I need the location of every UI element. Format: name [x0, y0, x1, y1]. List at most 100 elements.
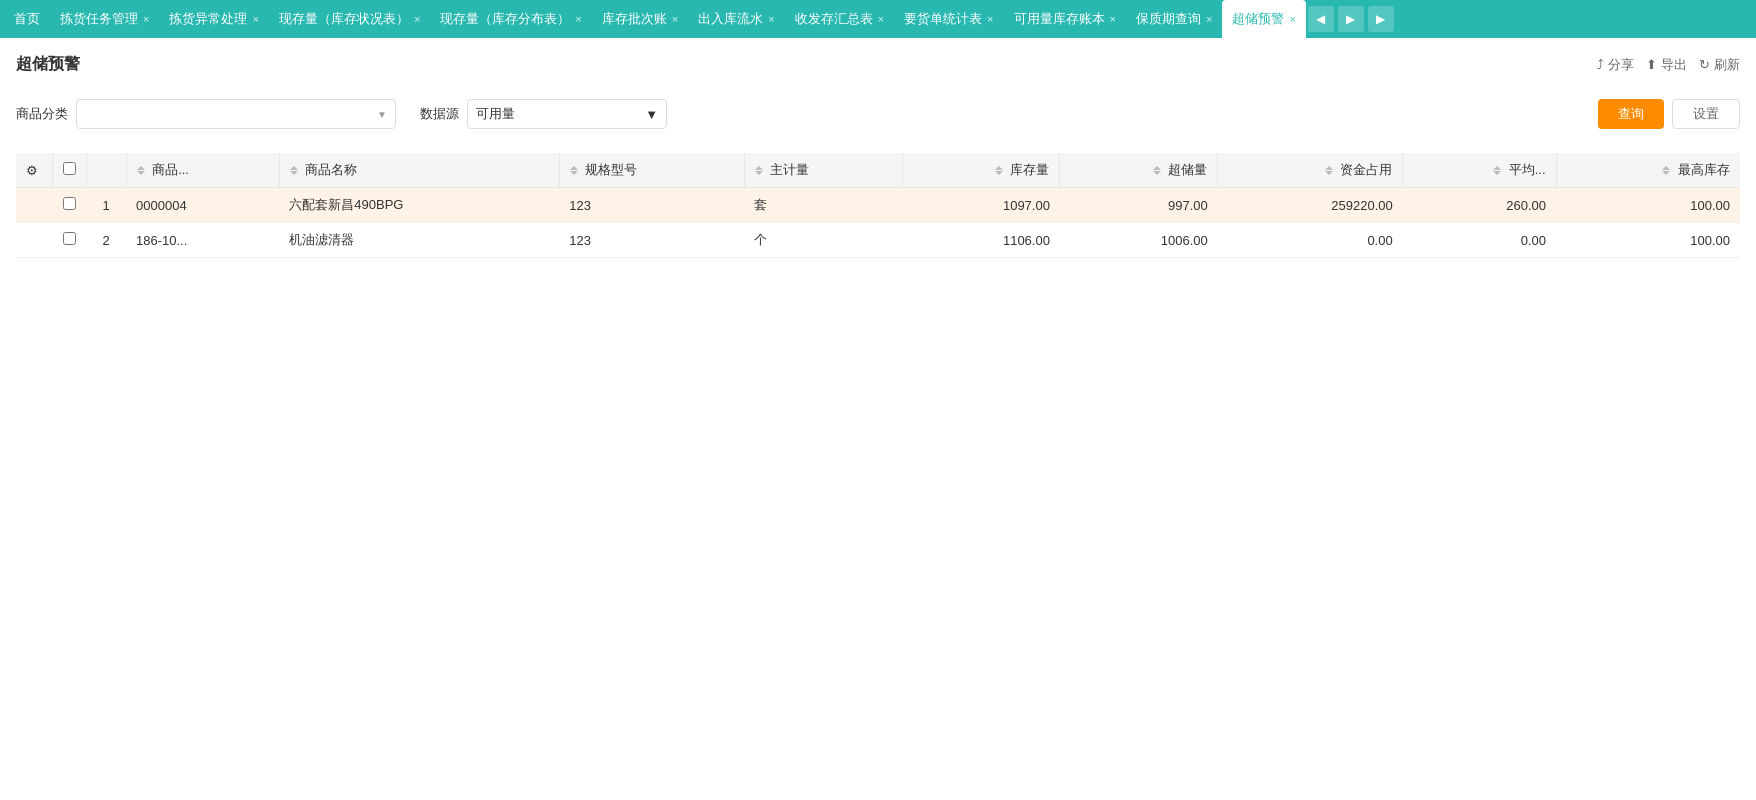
share-icon: ⤴ [1597, 57, 1604, 72]
row-num-1: 2 [86, 223, 126, 258]
page-title: 超储预警 [16, 54, 80, 75]
datasource-chevron-icon: ▼ [645, 107, 658, 122]
col-label-max-stock: 最高库存 [1678, 162, 1730, 177]
nav-close-stock-status[interactable]: × [414, 13, 420, 25]
category-select[interactable]: ▼ [76, 99, 396, 129]
datasource-select-value: 可用量 [476, 105, 515, 123]
row-max-stock-1: 100.00 [1556, 223, 1740, 258]
row-gear-1 [16, 223, 52, 258]
query-button[interactable]: 查询 [1598, 99, 1664, 129]
top-navigation: 首页 拣货任务管理 × 拣货异常处理 × 现存量（库存状况表） × 现存量（库存… [0, 0, 1756, 38]
table-row: 2 186-10... 机油滤清器 123 个 1106.00 1006.00 … [16, 223, 1740, 258]
col-label-avg: 平均... [1509, 162, 1546, 177]
export-button[interactable]: ⬆ 导出 [1646, 56, 1687, 74]
select-all-checkbox[interactable] [63, 162, 76, 175]
sort-icon-stock [995, 166, 1003, 175]
datasource-filter: 数据源 可用量 ▼ [420, 99, 667, 129]
nav-close-inout-flow[interactable]: × [768, 13, 774, 25]
page-header: 超储预警 ⤴ 分享 ⬆ 导出 ↻ 刷新 [16, 54, 1740, 75]
row-unit-0: 套 [744, 188, 902, 223]
nav-item-batch-account[interactable]: 库存批次账 × [592, 0, 688, 38]
datasource-label: 数据源 [420, 105, 459, 123]
col-header-product-code[interactable]: 商品... [126, 153, 279, 188]
row-select-0[interactable] [63, 197, 76, 210]
row-capital-0: 259220.00 [1218, 188, 1403, 223]
filter-bar: 商品分类 ▼ 数据源 可用量 ▼ 查询 设置 [16, 91, 1740, 137]
category-filter: 商品分类 ▼ [16, 99, 396, 129]
col-header-unit[interactable]: 主计量 [744, 153, 902, 188]
col-label-stock: 库存量 [1010, 162, 1049, 177]
col-header-product-name[interactable]: 商品名称 [279, 153, 559, 188]
nav-item-stock-dist[interactable]: 现存量（库存分布表） × [430, 0, 591, 38]
row-select-1[interactable] [63, 232, 76, 245]
row-checkbox-1[interactable] [52, 223, 86, 258]
row-checkbox-0[interactable] [52, 188, 86, 223]
nav-label-stock-dist: 现存量（库存分布表） [440, 10, 570, 28]
sort-icon-product-code [137, 166, 145, 175]
row-overstock-0: 997.00 [1060, 188, 1218, 223]
nav-close-abnormal[interactable]: × [252, 13, 258, 25]
col-header-capital[interactable]: 资金占用 [1218, 153, 1403, 188]
col-header-spec[interactable]: 规格型号 [559, 153, 744, 188]
nav-item-recv-send[interactable]: 收发存汇总表 × [785, 0, 894, 38]
settings-button[interactable]: 设置 [1672, 99, 1740, 129]
nav-label-quality-check: 保质期查询 [1136, 10, 1201, 28]
nav-item-quality-check[interactable]: 保质期查询 × [1126, 0, 1222, 38]
nav-close-stock-dist[interactable]: × [575, 13, 581, 25]
nav-item-stock-status[interactable]: 现存量（库存状况表） × [269, 0, 430, 38]
datasource-select[interactable]: 可用量 ▼ [467, 99, 667, 129]
col-header-stock[interactable]: 库存量 [902, 153, 1060, 188]
sort-icon-spec [570, 166, 578, 175]
share-button[interactable]: ⤴ 分享 [1597, 56, 1634, 74]
nav-item-abnormal[interactable]: 拣货异常处理 × [159, 0, 268, 38]
col-label-product-code: 商品... [152, 162, 189, 177]
refresh-label: 刷新 [1714, 56, 1740, 74]
nav-close-available-account[interactable]: × [1110, 13, 1116, 25]
nav-label-overstock-warning: 超储预警 [1232, 10, 1284, 28]
col-header-checkbox[interactable] [52, 153, 86, 188]
nav-more-button[interactable]: ▶ [1368, 6, 1394, 32]
col-header-avg[interactable]: 平均... [1403, 153, 1556, 188]
nav-close-batch-account[interactable]: × [672, 13, 678, 25]
nav-item-overstock-warning[interactable]: 超储预警 × [1222, 0, 1305, 38]
main-content: 超储预警 ⤴ 分享 ⬆ 导出 ↻ 刷新 商品分类 ▼ [0, 38, 1756, 800]
refresh-button[interactable]: ↻ 刷新 [1699, 56, 1740, 74]
nav-label-batch-account: 库存批次账 [602, 10, 667, 28]
row-product-code-0: 0000004 [126, 188, 279, 223]
nav-close-task-mgmt[interactable]: × [143, 13, 149, 25]
nav-close-recv-send[interactable]: × [878, 13, 884, 25]
col-header-overstock[interactable]: 超储量 [1060, 153, 1218, 188]
filter-actions: 查询 设置 [1598, 99, 1740, 129]
row-spec-0: 123 [559, 188, 744, 223]
col-header-rownum [86, 153, 126, 188]
nav-close-quality-check[interactable]: × [1206, 13, 1212, 25]
refresh-icon: ↻ [1699, 57, 1710, 72]
nav-close-overstock-warning[interactable]: × [1289, 13, 1295, 25]
nav-item-available-account[interactable]: 可用量库存账本 × [1004, 0, 1126, 38]
row-stock-0: 1097.00 [902, 188, 1060, 223]
nav-next-button[interactable]: ▶ [1338, 6, 1364, 32]
export-icon: ⬆ [1646, 57, 1657, 72]
row-unit-1: 个 [744, 223, 902, 258]
nav-item-inout-flow[interactable]: 出入库流水 × [688, 0, 784, 38]
col-header-gear[interactable]: ⚙ [16, 153, 52, 188]
nav-item-home[interactable]: 首页 [4, 0, 50, 38]
row-avg-0: 260.00 [1403, 188, 1556, 223]
table-header-row: ⚙ 商品... 商品 [16, 153, 1740, 188]
nav-label-stock-status: 现存量（库存状况表） [279, 10, 409, 28]
row-gear-0 [16, 188, 52, 223]
nav-item-order-stats[interactable]: 要货单统计表 × [894, 0, 1003, 38]
col-label-product-name: 商品名称 [305, 162, 357, 177]
col-label-unit: 主计量 [770, 162, 809, 177]
nav-close-order-stats[interactable]: × [987, 13, 993, 25]
category-chevron-icon: ▼ [377, 109, 387, 120]
nav-prev-button[interactable]: ◀ [1308, 6, 1334, 32]
col-header-max-stock[interactable]: 最高库存 [1556, 153, 1740, 188]
nav-label-abnormal: 拣货异常处理 [169, 10, 247, 28]
data-table: ⚙ 商品... 商品 [16, 153, 1740, 258]
col-label-capital: 资金占用 [1340, 162, 1392, 177]
nav-label-available-account: 可用量库存账本 [1014, 10, 1105, 28]
nav-label-home: 首页 [14, 10, 40, 28]
nav-item-task-mgmt[interactable]: 拣货任务管理 × [50, 0, 159, 38]
category-label: 商品分类 [16, 105, 68, 123]
